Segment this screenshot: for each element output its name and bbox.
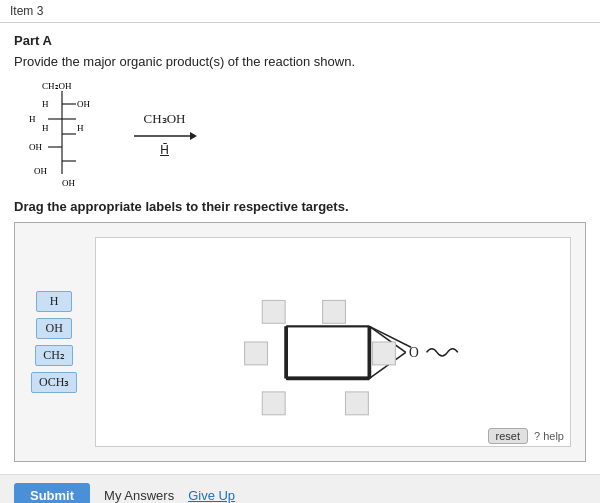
drag-instruction: Drag the appropriate labels to their res… (14, 199, 586, 214)
svg-rect-39 (262, 392, 285, 415)
part-a-section: Part A Provide the major organic product… (0, 23, 600, 474)
product-molecule-svg: O (96, 238, 570, 446)
reactant-molecule: CH₂OH OH H H H H OH OH OH (24, 79, 114, 189)
reset-button[interactable]: reset (488, 428, 528, 444)
footer: Submit My Answers Give Up (0, 474, 600, 503)
reagent-display: CH₃OH H̄ (132, 111, 197, 158)
svg-rect-38 (323, 300, 346, 323)
svg-text:OH: OH (29, 142, 42, 152)
svg-text:H: H (42, 123, 49, 133)
svg-text:H: H (29, 114, 36, 124)
part-a-title: Part A (14, 33, 586, 48)
reaction-arrow (132, 129, 197, 143)
item-label: Item 3 (0, 0, 600, 23)
drag-label-h[interactable]: H (36, 291, 72, 312)
bottom-bar: reset ? help (482, 426, 570, 446)
reagent-text: CH₃OH (144, 111, 186, 127)
svg-rect-37 (262, 300, 285, 323)
my-answers-label: My Answers (104, 488, 174, 503)
svg-text:CH₂OH: CH₂OH (42, 81, 72, 91)
drag-label-oh[interactable]: OH (36, 318, 72, 339)
svg-rect-41 (245, 342, 268, 365)
label-column: H OH CH₂ OCH₃ (23, 281, 85, 403)
svg-marker-17 (190, 132, 197, 140)
svg-text:O: O (409, 345, 419, 360)
interaction-box: H OH CH₂ OCH₃ (14, 222, 586, 462)
svg-rect-42 (373, 342, 396, 365)
svg-text:H: H (77, 123, 84, 133)
svg-text:OH: OH (77, 99, 90, 109)
drag-label-och3[interactable]: OCH₃ (31, 372, 77, 393)
svg-rect-24 (187, 238, 478, 446)
part-a-description: Provide the major organic product(s) of … (14, 54, 586, 69)
product-molecule-area: O reset (95, 237, 571, 447)
svg-text:OH: OH (62, 178, 75, 188)
help-button[interactable]: ? help (534, 430, 564, 442)
below-reagent-text: H̄ (160, 143, 169, 158)
svg-rect-40 (345, 392, 368, 415)
svg-text:OH: OH (34, 166, 47, 176)
submit-button[interactable]: Submit (14, 483, 90, 503)
reaction-display: CH₂OH OH H H H H OH OH OH CH₃OH (14, 79, 586, 189)
drag-label-ch2[interactable]: CH₂ (35, 345, 73, 366)
svg-text:H: H (42, 99, 49, 109)
give-up-link[interactable]: Give Up (188, 488, 235, 503)
